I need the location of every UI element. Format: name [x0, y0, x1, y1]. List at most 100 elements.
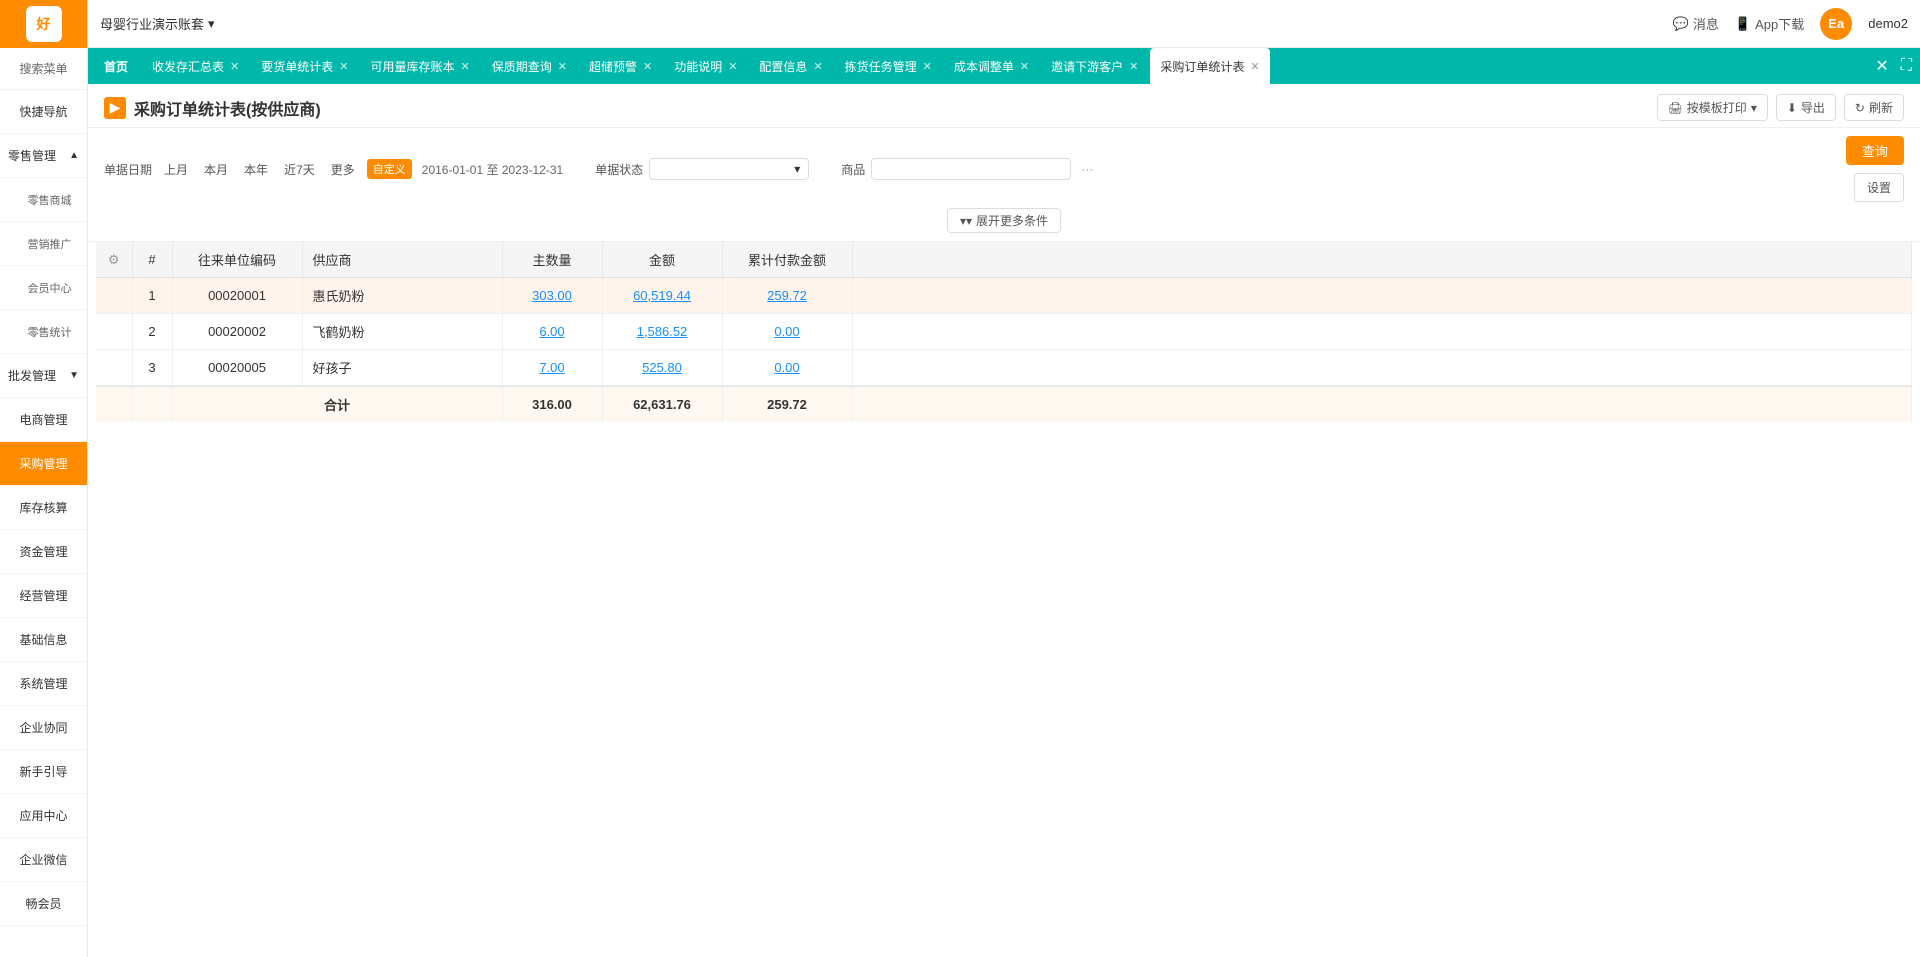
- tab-pick-task[interactable]: 拣货任务管理 ✕: [835, 48, 942, 84]
- tab-func-desc[interactable]: 功能说明 ✕: [664, 48, 747, 84]
- sidebar-item-ecommerce[interactable]: 电商管理: [0, 398, 87, 442]
- sidebar-item-wholesale[interactable]: 批发管理 ▼: [0, 354, 87, 398]
- wholesale-label: 批发管理: [8, 367, 56, 384]
- date-shortcut-this-year[interactable]: 本年: [238, 159, 274, 180]
- message-button[interactable]: 💬 消息: [1673, 14, 1719, 33]
- sidebar-item-finance[interactable]: 资金管理: [0, 530, 87, 574]
- tab-home[interactable]: 首页: [92, 48, 140, 84]
- tab-config-info-close[interactable]: ✕: [813, 60, 822, 73]
- row-2-amount-link[interactable]: 1,586.52: [637, 324, 688, 339]
- date-custom-tag[interactable]: 自定义: [367, 159, 412, 179]
- tab-purchase-stat-close[interactable]: ✕: [339, 60, 348, 73]
- tab-warranty[interactable]: 保质期查询 ✕: [482, 48, 577, 84]
- maximize-button[interactable]: ⛶: [1897, 53, 1916, 79]
- tab-invite-downstream[interactable]: 邀请下游客户 ✕: [1041, 48, 1148, 84]
- row-1-amount-link[interactable]: 60,519.44: [633, 288, 691, 303]
- sidebar-item-marketing[interactable]: 营销推广: [0, 222, 87, 266]
- goods-text-input[interactable]: [880, 162, 1062, 176]
- tab-recv-send-close[interactable]: ✕: [230, 60, 239, 73]
- tab-cost-adjust[interactable]: 成本调整单 ✕: [944, 48, 1039, 84]
- tab-purchase-order-stat-close[interactable]: ✕: [1250, 60, 1259, 73]
- query-button[interactable]: 查询: [1846, 136, 1904, 165]
- date-shortcut-7days[interactable]: 近7天: [278, 159, 321, 180]
- goods-input[interactable]: [871, 158, 1071, 180]
- footer-num: [132, 386, 172, 422]
- sidebar-item-appcenter[interactable]: 应用中心: [0, 794, 87, 838]
- tab-pick-task-close[interactable]: ✕: [923, 60, 932, 73]
- tab-inventory-book[interactable]: 可用量库存账本 ✕: [360, 48, 479, 84]
- close-tab-button[interactable]: ✕: [1871, 52, 1892, 80]
- sidebar-item-inventory[interactable]: 库存核算: [0, 486, 87, 530]
- date-shortcut-last-month[interactable]: 上月: [158, 159, 194, 180]
- goods-more-icon[interactable]: ···: [1081, 162, 1093, 176]
- tab-overstock[interactable]: 超储预警 ✕: [579, 48, 662, 84]
- template-print-button[interactable]: 🖨 按模板打印 ▾: [1657, 94, 1768, 121]
- row-1-qty-link[interactable]: 303.00: [532, 288, 572, 303]
- row-2-qty-link[interactable]: 6.00: [539, 324, 564, 339]
- logo-icon: 好: [26, 6, 62, 42]
- table-footer-row: 合计 316.00 62,631.76 259.72: [96, 386, 1912, 422]
- refresh-button[interactable]: ↻ 刷新: [1844, 94, 1904, 121]
- status-select-arrow: ▾: [794, 162, 800, 176]
- tab-func-desc-close[interactable]: ✕: [728, 60, 737, 73]
- sidebar-item-basic[interactable]: 基础信息: [0, 618, 87, 662]
- sidebar-item-shortcut[interactable]: 快捷导航: [0, 90, 87, 134]
- enterprise-label: 企业协同: [19, 719, 67, 736]
- app-download-button[interactable]: 📱 App下载: [1735, 14, 1804, 33]
- search-menu-button[interactable]: 搜索菜单: [6, 56, 81, 81]
- row-1-paid-link[interactable]: 259.72: [767, 288, 807, 303]
- tab-recv-send[interactable]: 收发存汇总表 ✕: [142, 48, 249, 84]
- row-2-settings: [96, 314, 132, 350]
- sidebar-item-retail-stat[interactable]: 零售统计: [0, 310, 87, 354]
- refresh-icon: ↻: [1855, 101, 1865, 115]
- tab-cost-adjust-close[interactable]: ✕: [1020, 60, 1029, 73]
- date-shortcut-this-month[interactable]: 本月: [198, 159, 234, 180]
- sidebar-item-newguide[interactable]: 新手引导: [0, 750, 87, 794]
- sidebar-item-operation[interactable]: 经营管理: [0, 574, 87, 618]
- operation-label: 经营管理: [19, 587, 67, 604]
- row-3-qty-link[interactable]: 7.00: [539, 360, 564, 375]
- tab-cost-adjust-label: 成本调整单: [954, 58, 1014, 75]
- expand-more-button[interactable]: ▾▾ 展开更多条件: [947, 208, 1061, 233]
- tab-overstock-label: 超储预警: [589, 58, 637, 75]
- export-button[interactable]: ⬇ 导出: [1776, 94, 1836, 121]
- tab-inventory-book-close[interactable]: ✕: [461, 60, 470, 73]
- collapse-button[interactable]: ▶: [104, 97, 126, 119]
- tab-warranty-label: 保质期查询: [492, 58, 552, 75]
- row-2-paid-link[interactable]: 0.00: [774, 324, 799, 339]
- sidebar-item-wechat[interactable]: 企业微信: [0, 838, 87, 882]
- row-3-amount-link[interactable]: 525.80: [642, 360, 682, 375]
- date-shortcut-more[interactable]: 更多: [325, 159, 361, 180]
- row-3-num: 3: [132, 350, 172, 387]
- tab-overstock-close[interactable]: ✕: [643, 60, 652, 73]
- vip-label: 畅会员: [25, 895, 61, 912]
- tab-purchase-stat-label: 要货单统计表: [261, 58, 333, 75]
- account-selector[interactable]: 母婴行业演示账套 ▾: [100, 14, 215, 33]
- tab-warranty-close[interactable]: ✕: [558, 60, 567, 73]
- tab-purchase-order-stat[interactable]: 采购订单统计表 ✕: [1150, 48, 1269, 84]
- table-row: 2 00020002 飞鹤奶粉 6.00 1,586.52 0.00: [96, 314, 1912, 350]
- sidebar-item-vip[interactable]: 畅会员: [0, 882, 87, 926]
- table-settings-icon[interactable]: ⚙: [108, 252, 120, 267]
- tab-config-info[interactable]: 配置信息 ✕: [749, 48, 832, 84]
- sidebar-item-purchase[interactable]: 采购管理: [0, 442, 87, 486]
- footer-settings: [96, 386, 132, 422]
- user-avatar[interactable]: Ea: [1820, 8, 1852, 40]
- sidebar-item-member[interactable]: 会员中心: [0, 266, 87, 310]
- row-3-paid-link[interactable]: 0.00: [774, 360, 799, 375]
- settings-button[interactable]: 设置: [1854, 173, 1904, 202]
- finance-label: 资金管理: [19, 543, 67, 560]
- tab-invite-downstream-label: 邀请下游客户: [1051, 58, 1123, 75]
- footer-amount: 62,631.76: [602, 386, 722, 422]
- tab-purchase-stat[interactable]: 要货单统计表 ✕: [251, 48, 358, 84]
- sidebar-item-retail-shop[interactable]: 零售商城: [0, 178, 87, 222]
- sidebar-item-system[interactable]: 系统管理: [0, 662, 87, 706]
- table-row: 3 00020005 好孩子 7.00 525.80 0.00: [96, 350, 1912, 387]
- sidebar-nav: 快捷导航 零售管理 ▲ 零售商城 营销推广 会员中心 零售统计 批发管理 ▼ 电…: [0, 90, 87, 957]
- sidebar-item-enterprise[interactable]: 企业协同: [0, 706, 87, 750]
- filter-bar: 单据日期 上月 本月 本年 近7天 更多 自定义 2016-01-01 至 20…: [88, 128, 1920, 242]
- expand-label: 展开更多条件: [976, 212, 1048, 229]
- status-select[interactable]: ▾: [649, 158, 809, 180]
- tab-invite-downstream-close[interactable]: ✕: [1129, 60, 1138, 73]
- sidebar-item-retail[interactable]: 零售管理 ▲: [0, 134, 87, 178]
